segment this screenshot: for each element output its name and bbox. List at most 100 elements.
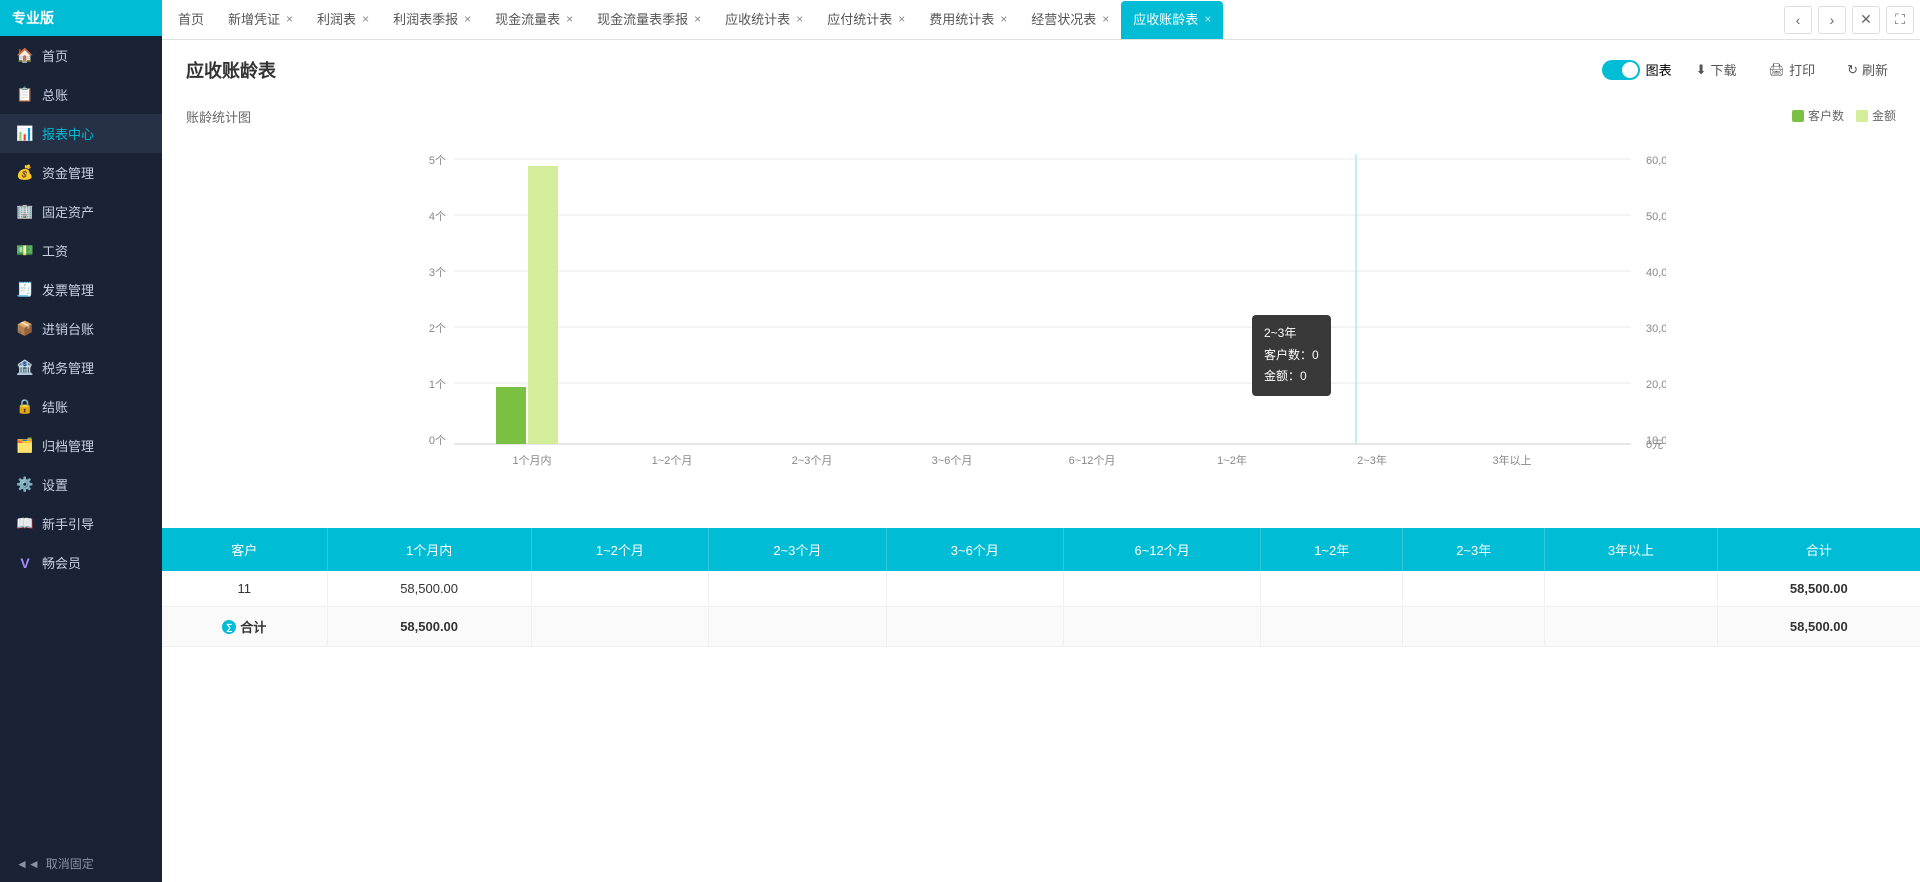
tab-bar: 首页 新增凭证 × 利润表 × 利润表季报 × 现金流量表 × 现金流量表季报 … xyxy=(162,0,1920,40)
chart-legend: 客户数 金额 xyxy=(1792,107,1896,124)
td-total-12y xyxy=(1261,607,1403,647)
tab-ar-aging[interactable]: 应收账龄表 × xyxy=(1121,1,1223,39)
sidebar-item-close[interactable]: 🔒 结账 xyxy=(0,387,162,426)
tab-operation-close[interactable]: × xyxy=(1102,12,1109,26)
sidebar-label-invoice: 发票管理 xyxy=(42,280,94,299)
td-total-612m xyxy=(1064,607,1261,647)
tab-profit[interactable]: 利润表 × xyxy=(305,1,381,39)
tab-profit-q[interactable]: 利润表季报 × xyxy=(381,1,483,39)
tab-cashflow-close[interactable]: × xyxy=(566,12,573,26)
sidebar-item-settings[interactable]: ⚙️ 设置 xyxy=(0,465,162,504)
page-container: 应收账龄表 图表 ⬇ 下载 🖨 打印 ↻ xyxy=(162,40,1920,882)
sidebar-item-vip[interactable]: V 畅会员 xyxy=(0,543,162,582)
tab-close-all[interactable]: ✕ xyxy=(1852,6,1880,34)
svg-text:1~2个月: 1~2个月 xyxy=(652,454,693,467)
purchase-icon: 📦 xyxy=(16,320,34,337)
tab-cashflow[interactable]: 现金流量表 × xyxy=(483,1,585,39)
svg-text:50,000.00元: 50,000.00元 xyxy=(1646,211,1666,223)
sidebar-item-home[interactable]: 🏠 首页 xyxy=(0,36,162,75)
svg-text:3年以上: 3年以上 xyxy=(1492,453,1531,467)
total-row: ∑ 合计 58,500.00 58 xyxy=(162,607,1920,647)
total-icon: ∑ xyxy=(222,620,236,634)
print-button[interactable]: 🖨 打印 xyxy=(1761,56,1824,83)
bar-1m-amount xyxy=(528,166,558,444)
tab-ar-aging-close[interactable]: × xyxy=(1204,12,1211,26)
td-total-sum: 58,500.00 xyxy=(1717,607,1920,647)
invoice-icon: 🧾 xyxy=(16,281,34,298)
page-header: 应收账龄表 图表 ⬇ 下载 🖨 打印 ↻ xyxy=(162,40,1920,95)
tab-ar-stat[interactable]: 应收统计表 × xyxy=(713,1,815,39)
sidebar-item-ledger[interactable]: 📋 总账 xyxy=(0,75,162,114)
content-area: 应收账龄表 图表 ⬇ 下载 🖨 打印 ↻ xyxy=(162,40,1920,882)
sidebar-label-guide: 新手引导 xyxy=(42,514,94,533)
total-text: 合计 xyxy=(240,617,266,636)
legend-customers-label: 客户数 xyxy=(1808,107,1844,124)
tab-ap-stat-close[interactable]: × xyxy=(898,12,905,26)
sidebar-item-fund[interactable]: 💰 资金管理 xyxy=(0,153,162,192)
tab-scroll-left[interactable]: ‹ xyxy=(1784,6,1812,34)
header-actions: 图表 ⬇ 下载 🖨 打印 ↻ 刷新 xyxy=(1602,56,1896,83)
sidebar-label-vip: 畅会员 xyxy=(42,553,81,572)
refresh-button[interactable]: ↻ 刷新 xyxy=(1839,56,1896,83)
settings-icon: ⚙️ xyxy=(16,476,34,493)
tab-home[interactable]: 首页 xyxy=(166,1,216,39)
legend-customers-dot xyxy=(1792,110,1804,122)
sidebar-item-asset[interactable]: 🏢 固定资产 xyxy=(0,192,162,231)
total-label-wrapper: ∑ 合计 xyxy=(170,617,319,636)
sidebar-item-guide[interactable]: 📖 新手引导 xyxy=(0,504,162,543)
table-row: 11 58,500.00 58,500.00 xyxy=(162,571,1920,607)
chart-svg-container: 5个 4个 3个 2个 1个 0个 60,000.00元 50,000.00元 … xyxy=(186,134,1896,504)
sidebar-label-purchase: 进销台账 xyxy=(42,319,94,338)
tab-profit-q-close[interactable]: × xyxy=(464,12,471,26)
tab-voucher-close[interactable]: × xyxy=(286,12,293,26)
legend-amount: 金额 xyxy=(1856,107,1896,124)
td-total: 58,500.00 xyxy=(1717,571,1920,607)
print-icon: 🖨 xyxy=(1769,62,1786,78)
td-total-36m xyxy=(886,607,1063,647)
th-23y: 2~3年 xyxy=(1403,528,1545,571)
tab-ap-stat[interactable]: 应付统计表 × xyxy=(815,1,917,39)
tab-cashflow-q-label: 现金流量表季报 xyxy=(597,9,688,28)
sidebar-footer-pin[interactable]: ◄◄ 取消固定 xyxy=(0,845,162,882)
tab-home-label: 首页 xyxy=(178,9,204,28)
tab-operation-label: 经营状况表 xyxy=(1031,9,1096,28)
tab-maximize[interactable]: ⛶ xyxy=(1886,6,1914,34)
tab-cashflow-q[interactable]: 现金流量表季报 × xyxy=(585,1,713,39)
tab-operation[interactable]: 经营状况表 × xyxy=(1019,1,1121,39)
chart-container: 账龄统计图 客户数 金额 5个 xyxy=(162,95,1920,516)
tab-scroll-right[interactable]: › xyxy=(1818,6,1846,34)
td-total-label: ∑ 合计 xyxy=(162,607,327,647)
tab-expense[interactable]: 费用统计表 × xyxy=(917,1,1019,39)
tab-cashflow-q-close[interactable]: × xyxy=(694,12,701,26)
svg-text:1~2年: 1~2年 xyxy=(1217,453,1247,467)
sidebar-item-purchase[interactable]: 📦 进销台账 xyxy=(0,309,162,348)
page-title: 应收账龄表 xyxy=(186,57,276,83)
sidebar-item-archive[interactable]: 🗂️ 归档管理 xyxy=(0,426,162,465)
sidebar-item-invoice[interactable]: 🧾 发票管理 xyxy=(0,270,162,309)
tab-ar-stat-close[interactable]: × xyxy=(796,12,803,26)
sidebar-item-report[interactable]: 📊 报表中心 xyxy=(0,114,162,153)
svg-text:60,000.00元: 60,000.00元 xyxy=(1646,155,1666,167)
tab-expense-close[interactable]: × xyxy=(1000,12,1007,26)
svg-text:3~6个月: 3~6个月 xyxy=(932,454,973,467)
download-button[interactable]: ⬇ 下载 xyxy=(1688,56,1745,83)
tab-voucher[interactable]: 新增凭证 × xyxy=(216,1,305,39)
chart-toggle[interactable] xyxy=(1602,60,1640,80)
ledger-icon: 📋 xyxy=(16,86,34,103)
chart-toggle-label: 图表 xyxy=(1646,60,1672,79)
archive-icon: 🗂️ xyxy=(16,437,34,454)
sidebar-footer-label: 取消固定 xyxy=(46,855,94,872)
chart-toggle-wrapper: 图表 xyxy=(1602,60,1672,80)
svg-text:20,000.00元: 20,000.00元 xyxy=(1646,379,1666,391)
aging-table: 客户 1个月内 1~2个月 2~3个月 3~6个月 6~12个月 1~2年 2~… xyxy=(162,528,1920,647)
sidebar-item-tax[interactable]: 🏦 税务管理 xyxy=(0,348,162,387)
main-area: 首页 新增凭证 × 利润表 × 利润表季报 × 现金流量表 × 现金流量表季报 … xyxy=(162,0,1920,882)
tab-profit-close[interactable]: × xyxy=(362,12,369,26)
sidebar-item-payroll[interactable]: 💵 工资 xyxy=(0,231,162,270)
legend-amount-label: 金额 xyxy=(1872,107,1896,124)
td-total-12m xyxy=(531,607,708,647)
td-3yplus xyxy=(1545,571,1717,607)
sidebar-label-payroll: 工资 xyxy=(42,241,68,260)
payroll-icon: 💵 xyxy=(16,242,34,259)
svg-text:2~3年: 2~3年 xyxy=(1357,453,1387,467)
